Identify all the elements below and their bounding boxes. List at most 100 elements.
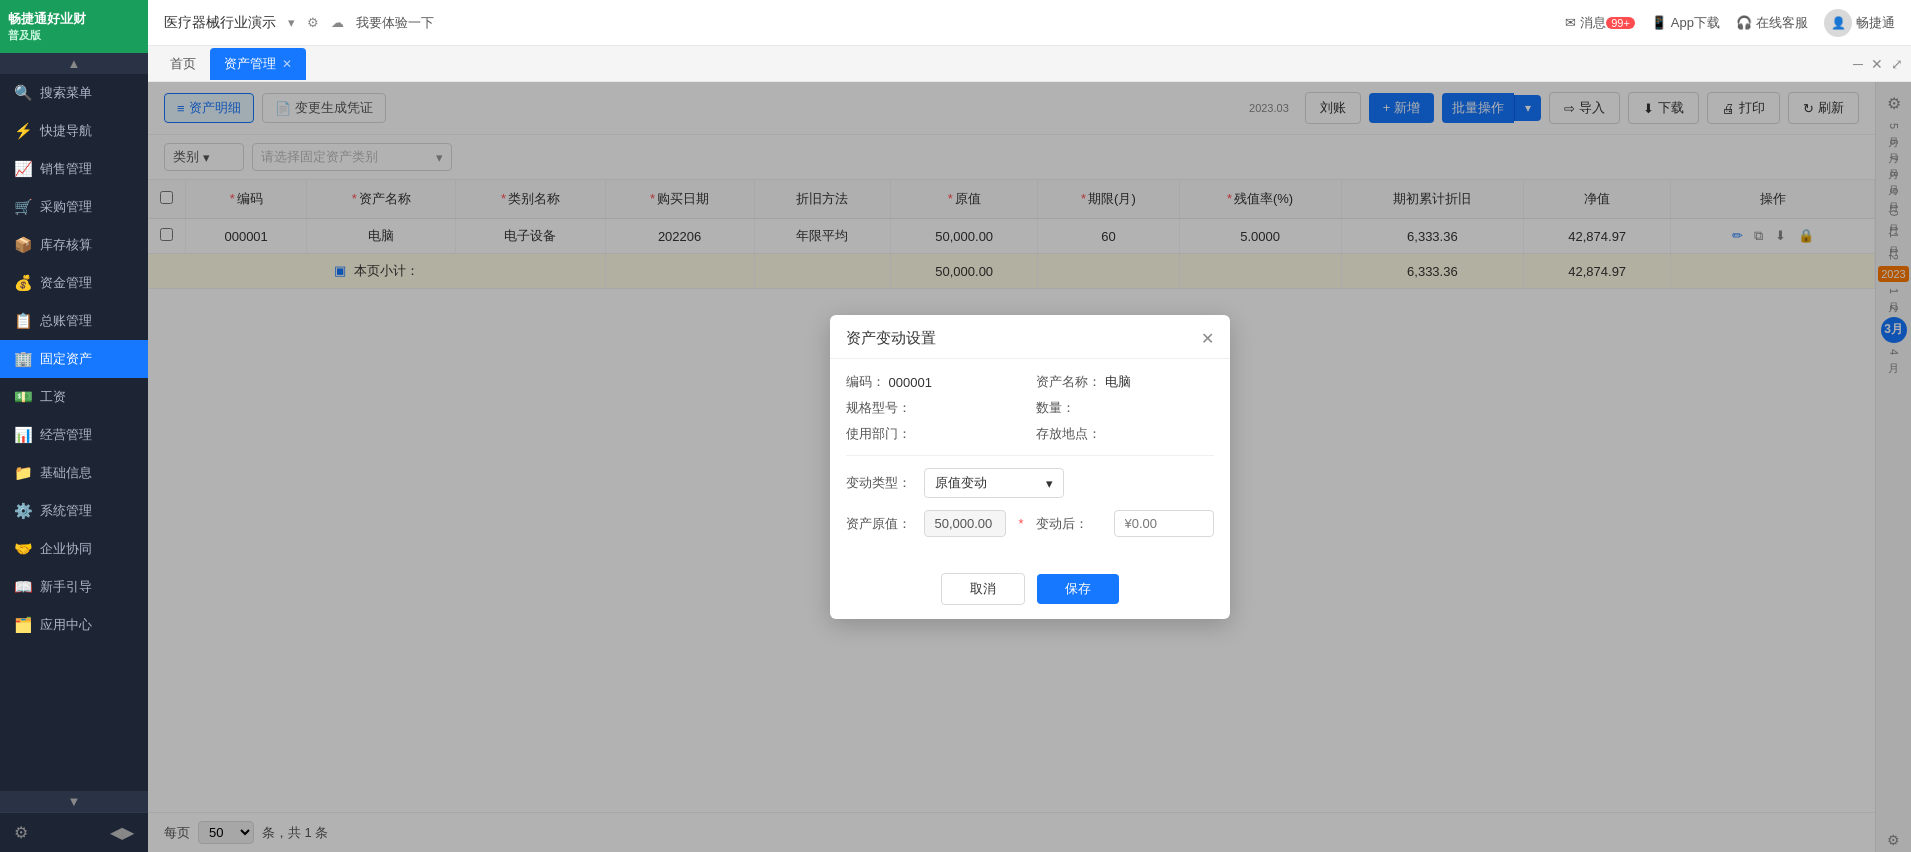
payroll-icon: 💵 [14,388,32,406]
search-icon: 🔍 [14,84,32,102]
app-download-label: App下载 [1671,14,1720,32]
window-expand-icon[interactable]: ⤢ [1891,56,1903,72]
change-type-value: 原值变动 [935,474,987,492]
topbar-left: 医疗器械行业演示 ▾ ⚙ ☁ 我要体验一下 [164,14,434,32]
modal-change-type-row: 变动类型： 原值变动 ▾ [846,468,1214,498]
tab-home-label: 首页 [170,55,196,73]
modal-footer: 取消 保存 [830,563,1230,619]
sidebar-item-payroll[interactable]: 💵 工资 [0,378,148,416]
online-service-label: 在线客服 [1756,14,1808,32]
modal-department-label: 使用部门： [846,425,911,443]
save-button[interactable]: 保存 [1037,574,1119,604]
modal-spec-label: 规格型号： [846,399,911,417]
sidebar-item-label: 企业协同 [40,540,92,558]
app-name: 畅捷通好业财 [8,10,86,28]
sidebar-item-label: 固定资产 [40,350,92,368]
sidebar-item-label: 采购管理 [40,198,92,216]
scroll-down-arrow[interactable]: ▼ [0,791,148,812]
modal-original-value-display: 50,000.00 [924,510,1007,537]
modal-quantity-label: 数量： [1036,399,1075,417]
tab-bar: 首页 资产管理 ✕ ─ ✕ ⤢ [148,46,1911,82]
sidebar-menu: 🔍 搜索菜单 ⚡ 快捷导航 📈 销售管理 🛒 采购管理 📦 库存核算 💰 资金管… [0,74,148,791]
modal-code-field: 编码： 000001 [846,373,1024,391]
modal-close-icon[interactable]: ✕ [1201,329,1214,348]
topbar: 医疗器械行业演示 ▾ ⚙ ☁ 我要体验一下 ✉ 消息 99+ 📱 App下载 🎧… [148,0,1911,46]
sidebar-item-fixed-assets[interactable]: 🏢 固定资产 [0,340,148,378]
message-icon: ✉ [1565,15,1576,30]
user-menu[interactable]: 👤 畅捷通 [1824,9,1895,37]
tab-close-icon[interactable]: ✕ [282,57,292,71]
experience-btn[interactable]: 我要体验一下 [356,14,434,32]
sidebar-item-label: 总账管理 [40,312,92,330]
sidebar-item-quicknav[interactable]: ⚡ 快捷导航 [0,112,148,150]
avatar: 👤 [1824,9,1852,37]
sidebar-item-inventory[interactable]: 📦 库存核算 [0,226,148,264]
modal-code-value: 000001 [889,375,932,390]
chart-icon: 📈 [14,160,32,178]
cart-icon: 🛒 [14,198,32,216]
chevron-down-icon: ▾ [1046,476,1053,491]
settings-icon[interactable]: ⚙ [14,823,28,842]
tab-home[interactable]: 首页 [156,48,210,80]
book-icon: 📖 [14,578,32,596]
sidebar-item-management[interactable]: 📊 经营管理 [0,416,148,454]
change-type-select[interactable]: 原值变动 ▾ [924,468,1064,498]
sidebar-item-label: 经营管理 [40,426,92,444]
management-icon: 📊 [14,426,32,444]
sidebar-item-app-center[interactable]: 🗂️ 应用中心 [0,606,148,644]
modal-original-value-label: 资产原值： [846,515,916,533]
modal-location-label: 存放地点： [1036,425,1101,443]
sidebar-item-basic-info[interactable]: 📁 基础信息 [0,454,148,492]
sidebar-footer: ⚙ ◀▶ [0,812,148,852]
modal-header: 资产变动设置 ✕ [830,315,1230,359]
tab-asset-management[interactable]: 资产管理 ✕ [210,48,306,80]
sidebar-item-ledger[interactable]: 📋 总账管理 [0,302,148,340]
dropdown-arrow-icon[interactable]: ▾ [288,15,295,30]
message-label: 消息 [1580,14,1606,32]
headset-icon: 🎧 [1736,15,1752,30]
message-badge: 99+ [1606,17,1635,29]
sidebar-item-label: 新手引导 [40,578,92,596]
sidebar-item-tutorial[interactable]: 📖 新手引导 [0,568,148,606]
sidebar-item-sales[interactable]: 📈 销售管理 [0,150,148,188]
sidebar-item-purchase[interactable]: 🛒 采购管理 [0,188,148,226]
lightning-icon: ⚡ [14,122,32,140]
user-name: 畅捷通 [1856,14,1895,32]
scroll-up-arrow[interactable]: ▲ [0,53,148,74]
sidebar-item-label: 基础信息 [40,464,92,482]
sidebar-item-system[interactable]: ⚙️ 系统管理 [0,492,148,530]
modal-body: 编码： 000001 资产名称： 电脑 规格型号： 数量： [830,359,1230,563]
sidebar-item-funds[interactable]: 💰 资金管理 [0,264,148,302]
after-change-input[interactable] [1114,510,1214,537]
cancel-button[interactable]: 取消 [941,573,1025,605]
modal-change-type-label: 变动类型： [846,474,916,492]
cloud-icon: ☁ [331,15,344,30]
apps-icon: 🗂️ [14,616,32,634]
sidebar-item-enterprise[interactable]: 🤝 企业协同 [0,530,148,568]
money-icon: 💰 [14,274,32,292]
topbar-right: ✉ 消息 99+ 📱 App下载 🎧 在线客服 👤 畅捷通 [1565,9,1895,37]
avatar-icon: 👤 [1831,16,1846,30]
online-service-btn[interactable]: 🎧 在线客服 [1736,14,1808,32]
sidebar-item-label: 系统管理 [40,502,92,520]
gear-icon: ⚙️ [14,502,32,520]
modal-info-grid: 编码： 000001 资产名称： 电脑 规格型号： 数量： [846,373,1214,456]
modal-title: 资产变动设置 [846,329,936,348]
modal-code-label: 编码： [846,373,885,391]
modal-department-field: 使用部门： [846,425,1024,443]
asset-change-modal: 资产变动设置 ✕ 编码： 000001 资产名称： 电脑 [830,315,1230,619]
app-download-btn[interactable]: 📱 App下载 [1651,14,1720,32]
message-btn[interactable]: ✉ 消息 99+ [1565,14,1635,32]
sidebar-item-label: 搜索菜单 [40,84,92,102]
settings-icon[interactable]: ⚙ [307,15,319,30]
sidebar-item-label: 快捷导航 [40,122,92,140]
collapse-icon[interactable]: ◀▶ [110,823,134,842]
main-area: 医疗器械行业演示 ▾ ⚙ ☁ 我要体验一下 ✉ 消息 99+ 📱 App下载 🎧… [148,0,1911,852]
sidebar-item-search[interactable]: 🔍 搜索菜单 [0,74,148,112]
window-minimize-icon[interactable]: ─ [1853,56,1863,72]
building-icon: 🏢 [14,350,32,368]
window-close-icon[interactable]: ✕ [1871,56,1883,72]
required-star-icon: * [1018,516,1023,531]
modal-name-field: 资产名称： 电脑 [1036,373,1214,391]
modal-name-label: 资产名称： [1036,373,1101,391]
